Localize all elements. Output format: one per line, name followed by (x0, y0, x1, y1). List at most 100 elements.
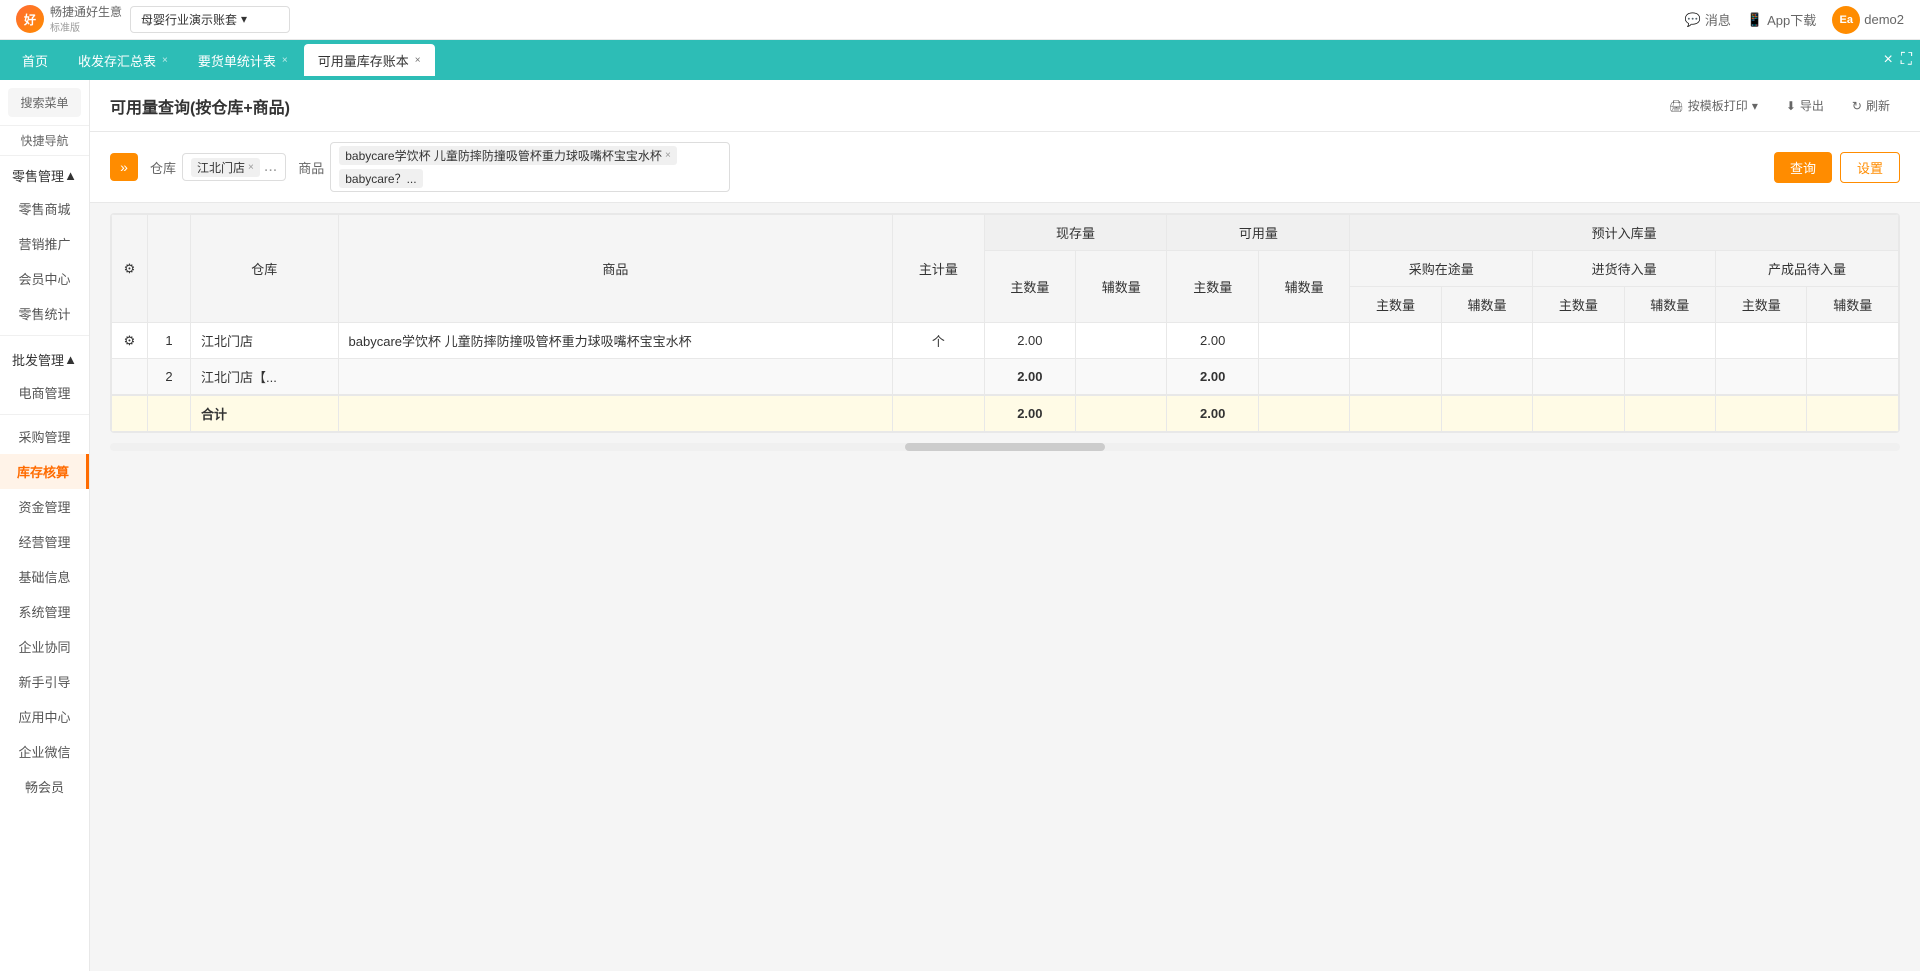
tab-home[interactable]: 首页 (8, 44, 62, 76)
td-avail-main: 2.00 (1167, 323, 1258, 359)
username: demo2 (1864, 12, 1904, 27)
td-gear[interactable]: ⚙ (112, 323, 148, 359)
th-produce-aux: 辅数量 (1807, 287, 1899, 323)
th-avail-aux: 辅数量 (1258, 251, 1349, 323)
th-purchase-main: 主数量 (1350, 287, 1441, 323)
refresh-button[interactable]: ↻ 刷新 (1842, 92, 1900, 119)
fullscreen-icon[interactable]: ⛶ (1901, 51, 1912, 69)
td-produce-aux (1807, 323, 1899, 359)
sidebar-quick-nav[interactable]: 快捷导航 (0, 126, 89, 156)
sidebar-item-retail-mall[interactable]: 零售商城 (0, 191, 89, 226)
tab-report1-label: 收发存汇总表 (78, 51, 156, 70)
refresh-label: 刷新 (1866, 97, 1890, 114)
summary-label: 合计 (191, 395, 339, 432)
td-gear-2[interactable] (112, 359, 148, 396)
export-button[interactable]: ⬇ 导出 (1776, 92, 1834, 119)
summary-stock-aux (1076, 395, 1167, 432)
content-area: 可用量查询(按仓库+商品) 🖨 按模板打印 ▾ ⬇ 导出 ↻ 刷新 (90, 80, 1920, 971)
query-button[interactable]: 查询 (1774, 152, 1832, 183)
top-bar-left: 好 畅捷通好生意 标准版 母婴行业演示账套 ▾ (16, 5, 290, 34)
close-all-icon[interactable]: × (1883, 51, 1892, 69)
summary-gear (112, 395, 148, 432)
warehouse-tag-close[interactable]: × (248, 162, 254, 173)
td-product-2 (338, 359, 893, 396)
gear-icon[interactable]: ⚙ (124, 261, 136, 276)
filter-bar: » 仓库 江北门店 × ... 商品 babycare学饮杯 儿童防摔防撞吸管杯… (90, 132, 1920, 203)
th-incoming-group: 进货待入量 (1533, 251, 1716, 287)
settings-button[interactable]: 设置 (1840, 152, 1900, 183)
th-stock-group: 现存量 (984, 215, 1167, 251)
app-label: App下载 (1767, 10, 1816, 29)
tab-report2-close[interactable]: × (282, 55, 288, 66)
warehouse-tags[interactable]: 江北门店 × ... (182, 153, 286, 181)
sidebar-item-changhui[interactable]: 畅会员 (0, 769, 89, 804)
data-table-container: ⚙ 仓库 商品 主计量 现存量 可用量 预计入库量 主数量 辅数量 主数量 (110, 213, 1900, 433)
product-tags[interactable]: babycare学饮杯 儿童防摔防撞吸管杯重力球吸嘴杯宝宝水杯 × babyca… (330, 142, 730, 192)
td-incoming-main (1533, 323, 1624, 359)
td-warehouse-2: 江北门店【... (191, 359, 339, 396)
scroll-indicator[interactable] (110, 443, 1900, 451)
product-tag-2: babycare？... (339, 169, 422, 188)
sidebar-item-wechat[interactable]: 企业微信 (0, 734, 89, 769)
sidebar-group-retail-label: 零售管理 (12, 166, 64, 185)
logo-area: 好 畅捷通好生意 标准版 (16, 5, 122, 34)
th-product: 商品 (338, 215, 893, 323)
sidebar-item-enterprise[interactable]: 企业协同 (0, 629, 89, 664)
user-profile[interactable]: Ea demo2 (1832, 6, 1904, 34)
org-dropdown-icon: ▾ (241, 12, 247, 26)
warehouse-dots[interactable]: ... (264, 158, 277, 176)
sidebar-item-purchase[interactable]: 采购管理 (0, 419, 89, 454)
td-avail-aux (1258, 323, 1349, 359)
print-dropdown-icon: ▾ (1752, 99, 1758, 113)
sidebar-item-operations[interactable]: 经营管理 (0, 524, 89, 559)
logo-icon: 好 (16, 5, 44, 33)
org-name: 母婴行业演示账套 (141, 11, 237, 28)
tab-report2[interactable]: 要货单统计表 × (184, 44, 302, 76)
sidebar-group-retail-header[interactable]: 零售管理 ▲ (0, 156, 89, 191)
sidebar-item-guide[interactable]: 新手引导 (0, 664, 89, 699)
tab-report1-close[interactable]: × (162, 55, 168, 66)
nav-tabs: 首页 收发存汇总表 × 要货单统计表 × 可用量库存账本 × × ⛶ (0, 40, 1920, 80)
sidebar-group-wholesale-header[interactable]: 批发管理 ▲ (0, 340, 89, 375)
th-avail-main: 主数量 (1167, 251, 1258, 323)
sidebar-item-finance[interactable]: 资金管理 (0, 489, 89, 524)
page-title: 可用量查询(按仓库+商品) (110, 94, 290, 118)
tab-stock-close[interactable]: × (415, 55, 421, 66)
th-stock-aux: 辅数量 (1076, 251, 1167, 323)
org-selector[interactable]: 母婴行业演示账套 ▾ (130, 6, 290, 33)
filter-expand-button[interactable]: » (110, 153, 138, 181)
search-menu-button[interactable]: 搜索菜单 (8, 88, 81, 117)
th-avail-group: 可用量 (1167, 215, 1350, 251)
sidebar-item-inventory[interactable]: 库存核算 (0, 454, 89, 489)
product-tag-1-close[interactable]: × (665, 150, 671, 161)
app-download-button[interactable]: 📱 App下载 (1747, 10, 1816, 29)
main-layout: 搜索菜单 快捷导航 零售管理 ▲ 零售商城 营销推广 会员中心 零售统计 批发管… (0, 80, 1920, 971)
sidebar-item-ecommerce[interactable]: 电商管理 (0, 375, 89, 410)
message-button[interactable]: 💬 消息 (1685, 10, 1731, 29)
sidebar-item-basics[interactable]: 基础信息 (0, 559, 89, 594)
td-produce-main (1716, 323, 1807, 359)
sidebar-item-marketing[interactable]: 营销推广 (0, 226, 89, 261)
td-purchase-aux (1441, 323, 1532, 359)
sidebar-item-retail-stats[interactable]: 零售统计 (0, 296, 89, 331)
nav-window-actions: × ⛶ (1883, 51, 1912, 69)
sidebar-item-system[interactable]: 系统管理 (0, 594, 89, 629)
th-planned-group: 预计入库量 (1350, 215, 1899, 251)
td-unit: 个 (893, 323, 984, 359)
td-produce-main-2 (1716, 359, 1807, 396)
print-button[interactable]: 🖨 按模板打印 ▾ (1659, 92, 1768, 119)
th-warehouse: 仓库 (191, 215, 339, 323)
th-incoming-main: 主数量 (1533, 287, 1624, 323)
tab-stock[interactable]: 可用量库存账本 × (304, 44, 435, 76)
tab-report2-label: 要货单统计表 (198, 51, 276, 70)
th-main-unit: 主计量 (893, 215, 984, 323)
th-rownum (148, 215, 191, 323)
sidebar-item-appcenter[interactable]: 应用中心 (0, 699, 89, 734)
tab-report1[interactable]: 收发存汇总表 × (64, 44, 182, 76)
td-stock-aux (1076, 323, 1167, 359)
sidebar-group-wholesale: 批发管理 ▲ 电商管理 (0, 340, 89, 410)
tab-stock-label: 可用量库存账本 (318, 51, 409, 70)
export-label: 导出 (1800, 97, 1824, 114)
td-stock-main-2: 2.00 (984, 359, 1075, 396)
sidebar-item-members[interactable]: 会员中心 (0, 261, 89, 296)
